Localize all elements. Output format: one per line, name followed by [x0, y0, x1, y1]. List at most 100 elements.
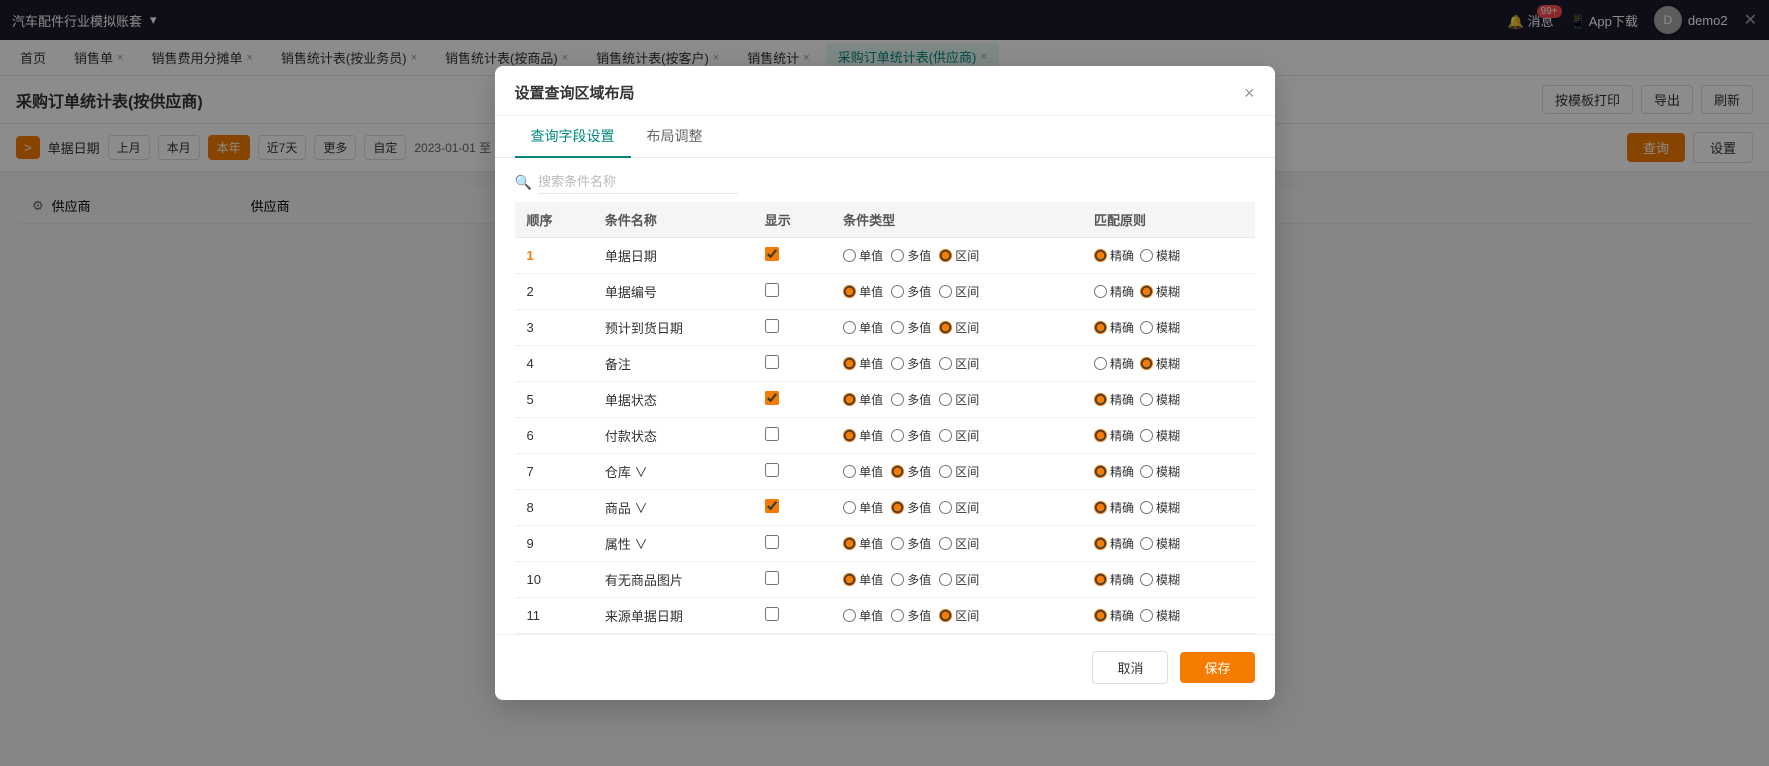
row-match[interactable]: 精确模糊 — [1082, 418, 1254, 454]
display-checkbox[interactable] — [765, 463, 779, 477]
display-checkbox[interactable] — [765, 607, 779, 621]
match-option[interactable]: 精确 — [1094, 499, 1134, 516]
type-option[interactable]: 区间 — [939, 607, 979, 624]
type-option[interactable]: 多值 — [891, 391, 931, 408]
type-option[interactable]: 单值 — [843, 355, 883, 372]
row-type[interactable]: 单值多值区间 — [831, 418, 1082, 454]
type-option[interactable]: 区间 — [939, 535, 979, 552]
type-option[interactable]: 单值 — [843, 607, 883, 624]
type-option[interactable]: 多值 — [891, 463, 931, 480]
type-option[interactable]: 单值 — [843, 283, 883, 300]
row-display[interactable] — [753, 274, 831, 310]
save-btn[interactable]: 保存 — [1180, 652, 1254, 683]
match-option[interactable]: 精确 — [1094, 283, 1134, 300]
match-option[interactable]: 精确 — [1094, 571, 1134, 588]
type-option[interactable]: 单值 — [843, 535, 883, 552]
row-type[interactable]: 单值多值区间 — [831, 526, 1082, 562]
row-type[interactable]: 单值多值区间 — [831, 490, 1082, 526]
modal-tab-layout[interactable]: 布局调整 — [631, 116, 719, 158]
row-display[interactable] — [753, 562, 831, 598]
type-option[interactable]: 多值 — [891, 247, 931, 264]
match-option[interactable]: 模糊 — [1140, 355, 1180, 372]
display-checkbox[interactable] — [765, 283, 779, 297]
type-option[interactable]: 多值 — [891, 355, 931, 372]
row-display[interactable] — [753, 454, 831, 490]
type-option[interactable]: 单值 — [843, 499, 883, 516]
row-match[interactable]: 精确模糊 — [1082, 562, 1254, 598]
display-checkbox[interactable] — [765, 355, 779, 369]
display-checkbox[interactable] — [765, 571, 779, 585]
type-option[interactable]: 区间 — [939, 463, 979, 480]
match-option[interactable]: 模糊 — [1140, 391, 1180, 408]
row-type[interactable]: 单值多值区间 — [831, 454, 1082, 490]
match-option[interactable]: 模糊 — [1140, 283, 1180, 300]
match-option[interactable]: 模糊 — [1140, 463, 1180, 480]
modal-close-btn[interactable]: × — [1244, 84, 1255, 102]
type-option[interactable]: 单值 — [843, 319, 883, 336]
match-option[interactable]: 精确 — [1094, 247, 1134, 264]
modal-tab-fields[interactable]: 查询字段设置 — [515, 116, 631, 158]
search-input[interactable] — [538, 170, 738, 194]
type-option[interactable]: 单值 — [843, 427, 883, 444]
match-option[interactable]: 模糊 — [1140, 535, 1180, 552]
row-match[interactable]: 精确模糊 — [1082, 454, 1254, 490]
row-type[interactable]: 单值多值区间 — [831, 562, 1082, 598]
row-match[interactable]: 精确模糊 — [1082, 526, 1254, 562]
match-option[interactable]: 精确 — [1094, 463, 1134, 480]
match-option[interactable]: 精确 — [1094, 427, 1134, 444]
match-option[interactable]: 精确 — [1094, 319, 1134, 336]
type-option[interactable]: 多值 — [891, 499, 931, 516]
type-option[interactable]: 区间 — [939, 499, 979, 516]
row-display[interactable] — [753, 418, 831, 454]
match-option[interactable]: 精确 — [1094, 535, 1134, 552]
type-option[interactable]: 区间 — [939, 391, 979, 408]
display-checkbox[interactable] — [765, 247, 779, 261]
row-display[interactable] — [753, 238, 831, 274]
row-match[interactable]: 精确模糊 — [1082, 490, 1254, 526]
type-option[interactable]: 多值 — [891, 319, 931, 336]
row-match[interactable]: 精确模糊 — [1082, 274, 1254, 310]
row-match[interactable]: 精确模糊 — [1082, 382, 1254, 418]
row-type[interactable]: 单值多值区间 — [831, 310, 1082, 346]
row-display[interactable] — [753, 490, 831, 526]
match-option[interactable]: 模糊 — [1140, 571, 1180, 588]
display-checkbox[interactable] — [765, 427, 779, 441]
match-option[interactable]: 模糊 — [1140, 247, 1180, 264]
match-option[interactable]: 模糊 — [1140, 319, 1180, 336]
match-option[interactable]: 模糊 — [1140, 607, 1180, 624]
type-option[interactable]: 单值 — [843, 463, 883, 480]
row-display[interactable] — [753, 598, 831, 634]
match-option[interactable]: 精确 — [1094, 607, 1134, 624]
cancel-btn[interactable]: 取消 — [1092, 651, 1168, 684]
type-option[interactable]: 区间 — [939, 427, 979, 444]
display-checkbox[interactable] — [765, 391, 779, 405]
type-option[interactable]: 区间 — [939, 355, 979, 372]
type-option[interactable]: 单值 — [843, 571, 883, 588]
row-match[interactable]: 精确模糊 — [1082, 598, 1254, 634]
row-match[interactable]: 精确模糊 — [1082, 238, 1254, 274]
type-option[interactable]: 单值 — [843, 391, 883, 408]
type-option[interactable]: 多值 — [891, 427, 931, 444]
row-display[interactable] — [753, 526, 831, 562]
display-checkbox[interactable] — [765, 535, 779, 549]
row-type[interactable]: 单值多值区间 — [831, 382, 1082, 418]
row-type[interactable]: 单值多值区间 — [831, 274, 1082, 310]
match-option[interactable]: 模糊 — [1140, 499, 1180, 516]
row-match[interactable]: 精确模糊 — [1082, 346, 1254, 382]
row-type[interactable]: 单值多值区间 — [831, 598, 1082, 634]
display-checkbox[interactable] — [765, 499, 779, 513]
match-option[interactable]: 模糊 — [1140, 427, 1180, 444]
row-match[interactable]: 精确模糊 — [1082, 310, 1254, 346]
row-display[interactable] — [753, 382, 831, 418]
match-option[interactable]: 精确 — [1094, 391, 1134, 408]
type-option[interactable]: 区间 — [939, 283, 979, 300]
row-display[interactable] — [753, 346, 831, 382]
row-type[interactable]: 单值多值区间 — [831, 238, 1082, 274]
row-display[interactable] — [753, 310, 831, 346]
type-option[interactable]: 区间 — [939, 571, 979, 588]
type-option[interactable]: 区间 — [939, 319, 979, 336]
row-type[interactable]: 单值多值区间 — [831, 346, 1082, 382]
type-option[interactable]: 多值 — [891, 571, 931, 588]
type-option[interactable]: 区间 — [939, 247, 979, 264]
type-option[interactable]: 单值 — [843, 247, 883, 264]
